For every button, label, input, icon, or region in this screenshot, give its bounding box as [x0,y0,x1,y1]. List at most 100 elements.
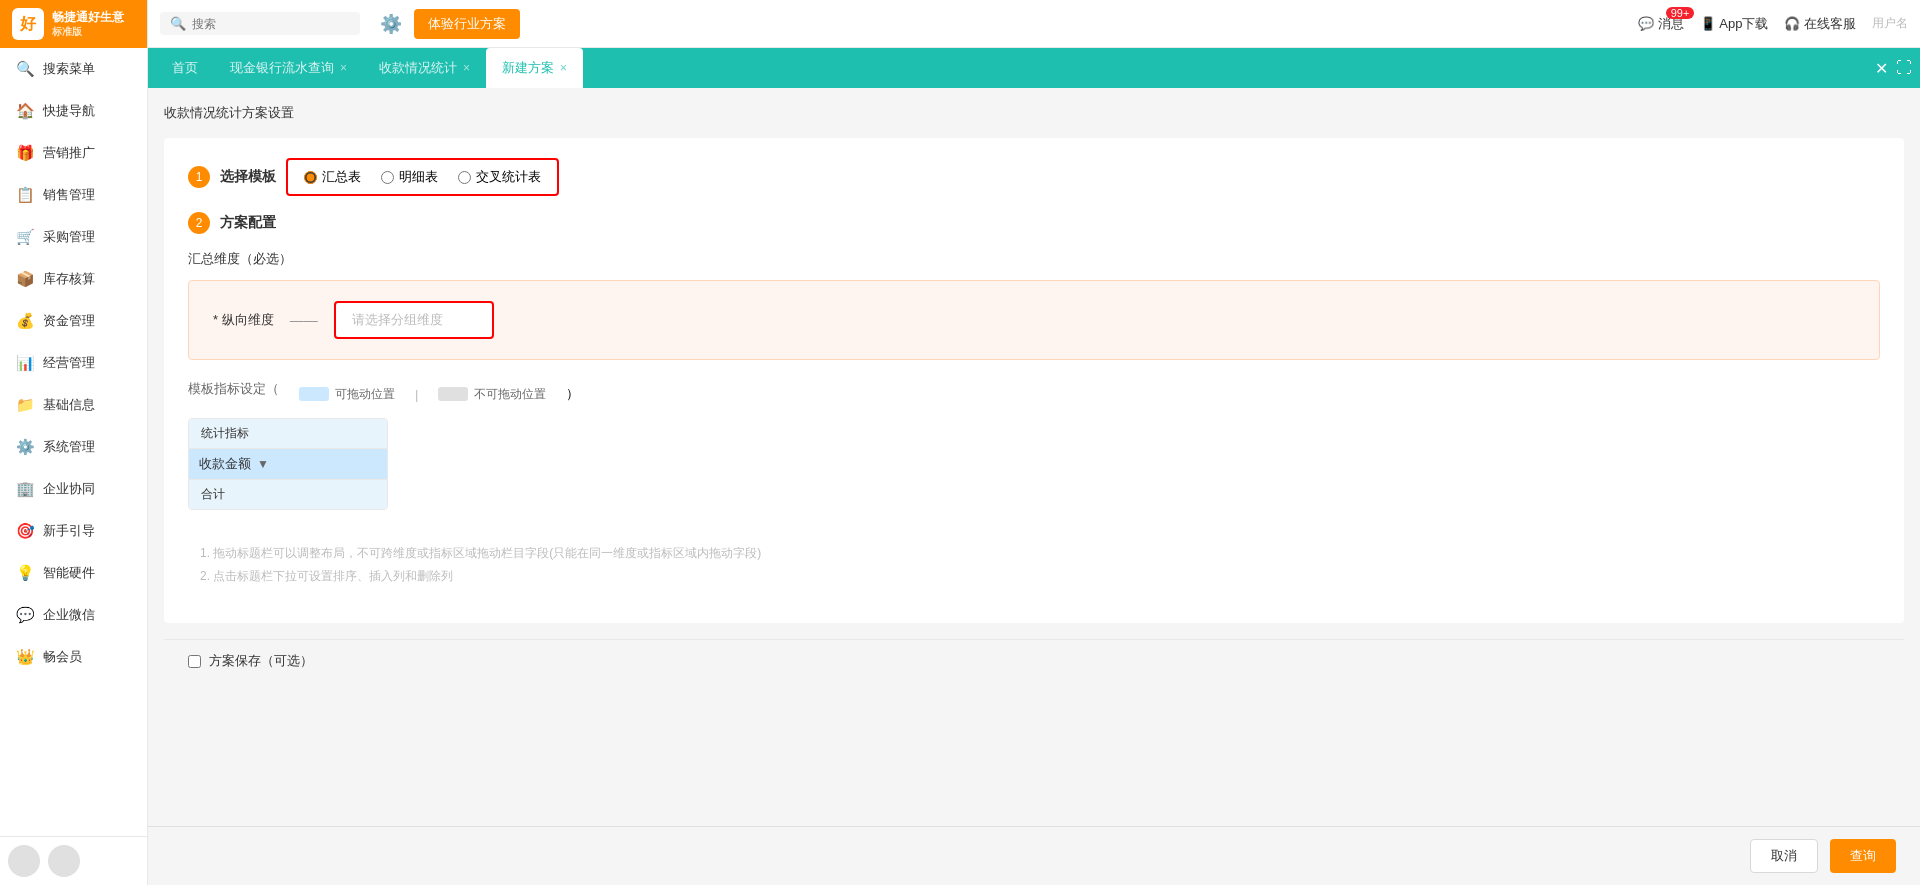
tab-bank-flow-close[interactable]: × [340,61,347,75]
legend-close-paren: ） [566,385,579,403]
indicator-section-label: 模板指标设定（ [188,380,279,398]
indicator-section: 模板指标设定（ 可拖动位置 | 不可拖动位置 ） [188,380,1880,513]
sidebar-item-member[interactable]: 👑 畅会员 [0,636,147,678]
search-input[interactable] [192,17,332,31]
topbar: 🔍 ⚙️ 体验行业方案 💬 消息 99+ 📱 App下载 🎧 在线客服 用户名 [148,0,1920,48]
legend-fixed-label: 不可拖动位置 [474,386,546,403]
tips-1: 1. 拖动标题栏可以调整布局，不可跨维度或指标区域拖动栏目字段(只能在同一维度或… [200,545,1868,562]
sidebar-item-label: 快捷导航 [43,102,95,120]
sidebar-item-label: 采购管理 [43,228,95,246]
sidebar-item-label: 畅会员 [43,648,82,666]
sidebar-item-inventory[interactable]: 📦 库存核算 [0,258,147,300]
sidebar-item-smart-hw[interactable]: 💡 智能硬件 [0,552,147,594]
radio-detail[interactable]: 明细表 [381,168,438,186]
sidebar-item-label: 销售管理 [43,186,95,204]
radio-detail-input[interactable] [381,171,394,184]
system-icon: ⚙️ [16,438,35,456]
stats-sum-row: 合计 [189,480,387,509]
notice-icon: 💬 [1638,16,1654,31]
sidebar-item-operation[interactable]: 📊 经营管理 [0,342,147,384]
enterprise-icon: 🏢 [16,480,35,498]
sidebar-item-quick-nav[interactable]: 🏠 快捷导航 [0,90,147,132]
sidebar-item-wechat[interactable]: 💬 企业微信 [0,594,147,636]
logo-icon: 好 [12,8,44,40]
tab-bank-flow[interactable]: 现金银行流水查询 × [214,48,363,88]
sidebar-logo: 好 畅捷通好生意 标准版 [0,0,147,48]
sidebar-item-label: 经营管理 [43,354,95,372]
cancel-button[interactable]: 取消 [1750,839,1818,873]
sidebar-bottom [0,836,147,885]
newbie-icon: 🎯 [16,522,35,540]
template-radio-group: 汇总表 明细表 交叉统计表 [286,158,559,196]
stats-table: 统计指标 收款金额 ▼ 合计 [188,418,388,510]
tab-collection-stats-close[interactable]: × [463,61,470,75]
radio-cross[interactable]: 交叉统计表 [458,168,541,186]
tab-new-plan-label: 新建方案 [502,59,554,77]
avatar [8,845,40,877]
wechat-icon: 💬 [16,606,35,624]
legend-separator: | [415,387,418,402]
quick-nav-icon: 🏠 [16,102,35,120]
settings-icon[interactable]: ⚙️ [380,13,402,35]
sidebar-item-label: 资金管理 [43,312,95,330]
dimension-v-label: * 纵向维度 [213,311,274,329]
tab-expand-icon[interactable]: ⛶ [1896,59,1912,77]
online-service-label: 在线客服 [1804,16,1856,31]
tab-close-all-icon[interactable]: ✕ [1875,59,1888,78]
footer: 取消 查询 [148,826,1920,885]
tab-new-plan-close[interactable]: × [560,61,567,75]
stats-header: 统计指标 [189,419,387,449]
sidebar-item-enterprise[interactable]: 🏢 企业协同 [0,468,147,510]
stats-indicator-row[interactable]: 收款金额 ▼ [189,449,387,480]
sidebar-item-search-menu[interactable]: 🔍 搜索菜单 [0,48,147,90]
online-service[interactable]: 🎧 在线客服 [1784,15,1856,33]
app-download[interactable]: 📱 App下载 [1700,15,1768,33]
sidebar-item-sales[interactable]: 📋 销售管理 [0,174,147,216]
sidebar-item-marketing[interactable]: 🎁 营销推广 [0,132,147,174]
radio-detail-label: 明细表 [399,168,438,186]
sidebar-item-purchase[interactable]: 🛒 采购管理 [0,216,147,258]
legend-movable-dot [299,387,329,401]
sidebar-item-label: 基础信息 [43,396,95,414]
sidebar-item-label: 系统管理 [43,438,95,456]
save-checkbox[interactable] [188,655,201,668]
legend-movable-label: 可拖动位置 [335,386,395,403]
tab-new-plan[interactable]: 新建方案 × [486,48,583,88]
step1-header: 1 选择模板 汇总表 明细表 交叉统计表 [188,158,1880,196]
legend-fixed-dot [438,387,468,401]
notice-badge[interactable]: 💬 消息 99+ [1638,15,1684,33]
search-box[interactable]: 🔍 [160,12,360,35]
sidebar-item-label: 企业协同 [43,480,95,498]
query-button[interactable]: 查询 [1830,839,1896,873]
stats-indicator-dropdown-icon[interactable]: ▼ [257,457,269,471]
basic-info-icon: 📁 [16,396,35,414]
dimension-select-placeholder: 请选择分组维度 [352,312,443,327]
tab-home[interactable]: 首页 [156,48,214,88]
capital-icon: 💰 [16,312,35,330]
sidebar-item-basic-info[interactable]: 📁 基础信息 [0,384,147,426]
sidebar: 好 畅捷通好生意 标准版 🔍 搜索菜单 🏠 快捷导航 🎁 营销推广 📋 销售管理… [0,0,148,885]
sidebar-item-label: 企业微信 [43,606,95,624]
sidebar-item-label: 新手引导 [43,522,95,540]
radio-summary[interactable]: 汇总表 [304,168,361,186]
dimension-select[interactable]: 请选择分组维度 [334,301,494,339]
save-label[interactable]: 方案保存（可选） [209,652,313,670]
section-card-main: 1 选择模板 汇总表 明细表 交叉统计表 [164,138,1904,623]
radio-summary-input[interactable] [304,171,317,184]
sidebar-item-capital[interactable]: 💰 资金管理 [0,300,147,342]
logo-text-container: 畅捷通好生意 标准版 [52,10,124,39]
sidebar-item-system[interactable]: ⚙️ 系统管理 [0,426,147,468]
trial-button[interactable]: 体验行业方案 [414,9,520,39]
tips-area: 1. 拖动标题栏可以调整布局，不可跨维度或指标区域拖动栏目字段(只能在同一维度或… [188,533,1880,603]
stats-indicator-name: 收款金额 [199,455,251,473]
legend-movable: 可拖动位置 [299,386,395,403]
member-icon: 👑 [16,648,35,666]
tab-collection-stats[interactable]: 收款情况统计 × [363,48,486,88]
radio-cross-input[interactable] [458,171,471,184]
app-download-label: App下载 [1719,16,1768,31]
sidebar-item-label: 智能硬件 [43,564,95,582]
sidebar-item-newbie[interactable]: 🎯 新手引导 [0,510,147,552]
config-section: 汇总维度（必选） * 纵向维度 —— 请选择分组维度 [188,250,1880,603]
sidebar-item-label: 营销推广 [43,144,95,162]
purchase-icon: 🛒 [16,228,35,246]
